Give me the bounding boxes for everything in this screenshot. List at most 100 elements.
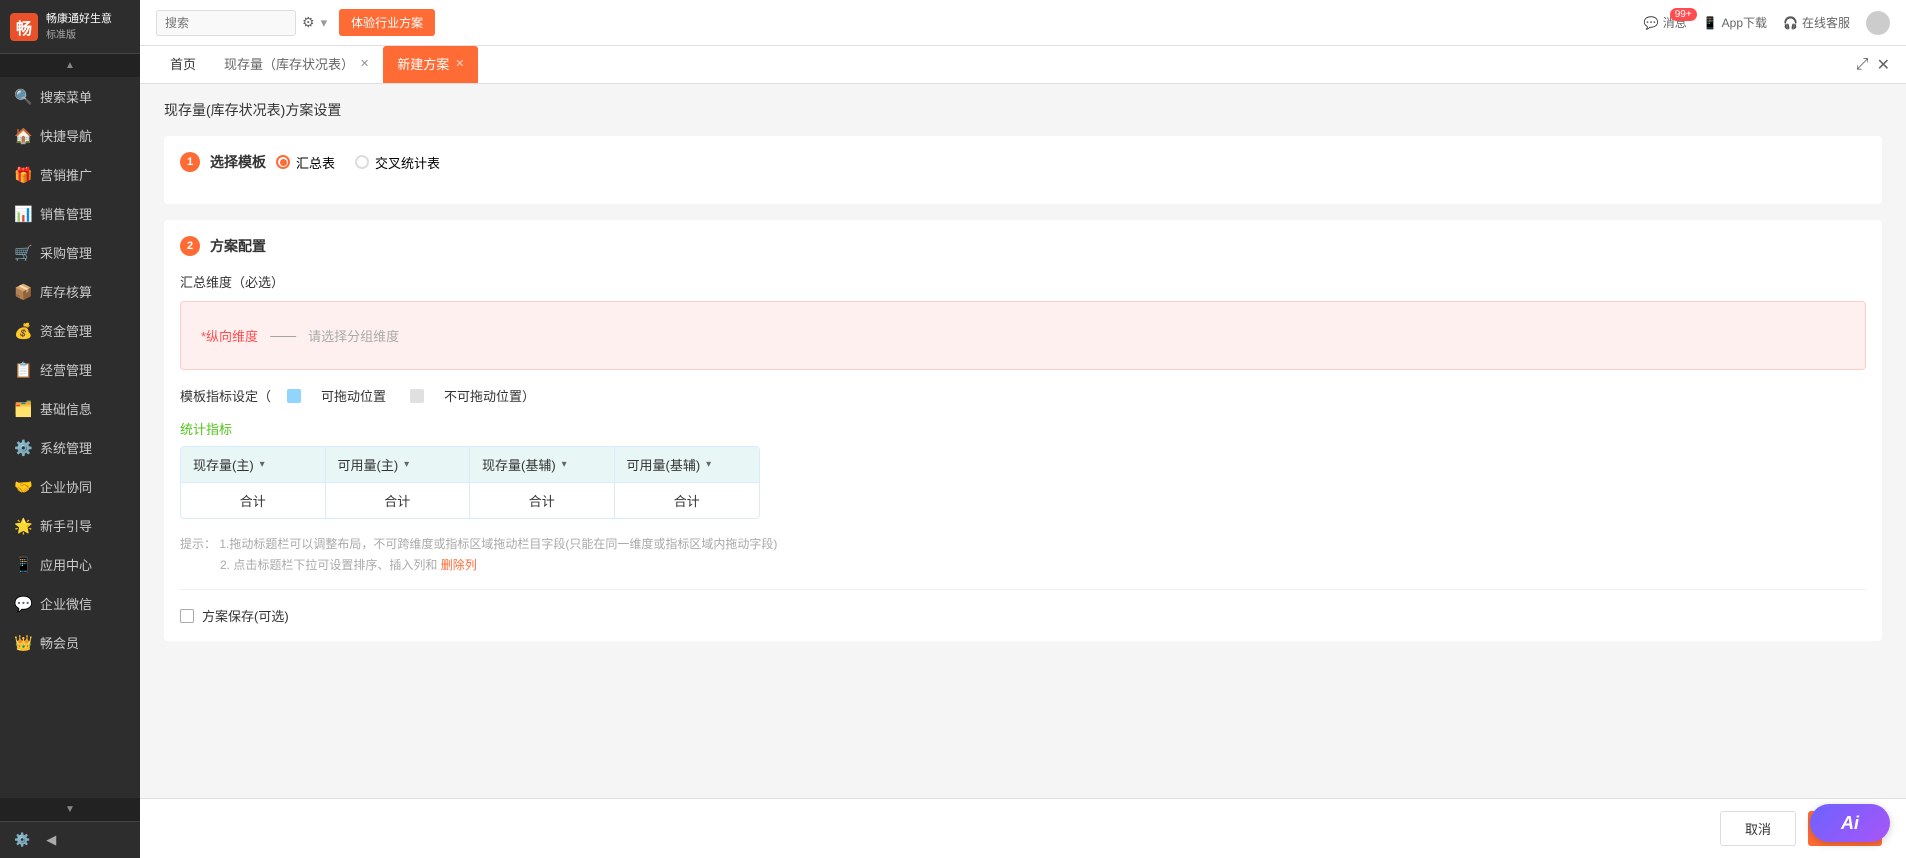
sidebar-item-inventory[interactable]: 📦 库存核算 xyxy=(0,272,140,311)
scroll-down-arrow[interactable]: ▼ xyxy=(61,800,79,819)
online-service-label: 在线客服 xyxy=(1802,14,1850,31)
search-menu-icon: 🔍 xyxy=(14,88,32,106)
message-area[interactable]: 💬 消息 99+ xyxy=(1644,14,1687,31)
template-indicator-label: 模板指标设定（ xyxy=(180,386,271,405)
tip2-highlight: 删除列 xyxy=(441,558,477,572)
new-guide-icon: 🌟 xyxy=(14,517,32,535)
tab-inventory-label: 现存量（库存状况表） xyxy=(224,54,354,73)
main-area: ⚙ ▾ 体验行业方案 💬 消息 99+ 📱 App下载 🎧 在线客服 xyxy=(140,0,1906,858)
save-option: 方案保存(可选) xyxy=(180,589,1866,625)
operations-icon: 📋 xyxy=(14,361,32,379)
stats-label: 统计指标 xyxy=(180,419,1866,438)
message-icon: 💬 xyxy=(1644,16,1659,30)
sidebar-item-cooperation[interactable]: 🤝 企业协同 xyxy=(0,467,140,506)
save-option-label: 方案保存(可选) xyxy=(202,606,289,625)
sidebar-item-quick-nav[interactable]: 🏠 快捷导航 xyxy=(0,116,140,155)
tip2: 2. 点击标题栏下拉可设置排序、插入列和 删除列 xyxy=(180,556,1866,573)
finance-icon: 💰 xyxy=(14,322,32,340)
dimension-required-label: *纵向维度 xyxy=(201,326,258,345)
section2-number: 2 xyxy=(180,236,200,256)
topbar: ⚙ ▾ 体验行业方案 💬 消息 99+ 📱 App下载 🎧 在线客服 xyxy=(140,0,1906,46)
sidebar-item-label: 畅会员 xyxy=(40,633,79,652)
template-radio-group: 汇总表 交叉统计表 xyxy=(276,153,440,172)
dimension-placeholder[interactable]: 请选择分组维度 xyxy=(308,326,399,345)
col-1-chevron: ▾ xyxy=(404,459,409,470)
stats-table: 现存量(主) ▾ 可用量(主) ▾ 现存量(基辅) ▾ 可用量(基辅) xyxy=(180,446,760,519)
app-center-icon: 📱 xyxy=(14,556,32,574)
tab-inventory-close[interactable]: ✕ xyxy=(360,57,369,70)
sidebar-item-basic-info[interactable]: 🗂️ 基础信息 xyxy=(0,389,140,428)
tab-bar: 首页 现存量（库存状况表） ✕ 新建方案 ✕ ⤢ ✕ xyxy=(140,46,1906,84)
online-service-link[interactable]: 🎧 在线客服 xyxy=(1783,14,1850,31)
sidebar-item-search-menu[interactable]: 🔍 搜索菜单 xyxy=(0,77,140,116)
sidebar-item-membership[interactable]: 👑 畅会员 xyxy=(0,623,140,662)
dropdown-arrow[interactable]: ▾ xyxy=(321,15,328,31)
section-config: 2 方案配置 汇总维度（必选） *纵向维度 —— 请选择分组维度 模板指标设定（ xyxy=(164,220,1882,641)
tab-new-scheme[interactable]: 新建方案 ✕ xyxy=(383,46,478,83)
tab-minimize-button[interactable]: ⤢ xyxy=(1856,55,1869,75)
marketing-icon: 🎁 xyxy=(14,166,32,184)
tab-inventory-status[interactable]: 现存量（库存状况表） ✕ xyxy=(210,46,383,83)
collapse-icon[interactable]: ◀ xyxy=(46,832,56,848)
sidebar-item-operations[interactable]: 📋 经营管理 xyxy=(0,350,140,389)
fixed-label: 不可拖动位置） xyxy=(444,386,535,405)
stats-section: 统计指标 现存量(主) ▾ 可用量(主) ▾ 现存量(基辅) xyxy=(180,419,1866,519)
fixed-indicator-box xyxy=(410,389,424,403)
app-download-label: App下载 xyxy=(1722,14,1767,31)
cancel-button[interactable]: 取消 xyxy=(1720,811,1796,846)
sidebar-item-marketing[interactable]: 🎁 营销推广 xyxy=(0,155,140,194)
app-logo: 畅 畅康通好生意 标准版 xyxy=(0,0,140,54)
stats-col-3[interactable]: 可用量(基辅) ▾ xyxy=(615,447,760,482)
basic-info-icon: 🗂️ xyxy=(14,400,32,418)
radio-cross-circle xyxy=(355,155,369,169)
stats-col-2[interactable]: 现存量(基辅) ▾ xyxy=(470,447,615,482)
settings-icon[interactable]: ⚙️ xyxy=(14,832,30,848)
tab-close-button[interactable]: ✕ xyxy=(1877,55,1890,75)
sidebar-item-label: 基础信息 xyxy=(40,399,92,418)
ai-badge[interactable]: Ai xyxy=(1810,804,1890,842)
sidebar-item-purchase[interactable]: 🛒 采购管理 xyxy=(0,233,140,272)
sidebar-nav: 🔍 搜索菜单 🏠 快捷导航 🎁 营销推广 📊 销售管理 🛒 采购管理 📦 库存核… xyxy=(0,77,140,798)
sidebar-item-sales[interactable]: 📊 销售管理 xyxy=(0,194,140,233)
phone-icon: 📱 xyxy=(1703,16,1718,30)
tab-new-scheme-label: 新建方案 xyxy=(397,54,449,73)
sidebar-item-label: 销售管理 xyxy=(40,204,92,223)
stats-col-0[interactable]: 现存量(主) ▾ xyxy=(181,447,326,482)
stats-body-cell-0: 合计 xyxy=(181,482,326,518)
user-avatar[interactable] xyxy=(1866,11,1890,35)
app-subtitle: 标准版 xyxy=(46,26,112,41)
col-0-chevron: ▾ xyxy=(260,459,265,470)
gear-button[interactable]: ⚙ xyxy=(302,14,315,31)
stats-col-1[interactable]: 可用量(主) ▾ xyxy=(326,447,471,482)
message-badge: 99+ xyxy=(1670,8,1697,21)
scroll-up-arrow[interactable]: ▲ xyxy=(61,56,79,75)
industry-button[interactable]: 体验行业方案 xyxy=(339,9,435,36)
tab-actions: ⤢ ✕ xyxy=(1856,55,1890,75)
tab-new-scheme-close[interactable]: ✕ xyxy=(455,57,464,70)
sidebar-item-finance[interactable]: 💰 资金管理 xyxy=(0,311,140,350)
sidebar-item-app-center[interactable]: 📱 应用中心 xyxy=(0,545,140,584)
draggable-label: 可拖动位置 xyxy=(321,386,386,405)
section2-title: 方案配置 xyxy=(210,236,266,256)
sidebar-item-label: 采购管理 xyxy=(40,243,92,262)
tip1: 提示： 1.拖动标题栏可以调整布局，不可跨维度或指标区域拖动栏目字段(只能在同一… xyxy=(180,535,1866,552)
sidebar-item-new-guide[interactable]: 🌟 新手引导 xyxy=(0,506,140,545)
tip1-text: 1.拖动标题栏可以调整布局，不可跨维度或指标区域拖动栏目字段(只能在同一维度或指… xyxy=(219,537,777,551)
stats-body: 合计 合计 合计 合计 xyxy=(181,482,759,518)
radio-cross[interactable]: 交叉统计表 xyxy=(355,153,440,172)
col-2-chevron: ▾ xyxy=(562,459,567,470)
tips-section: 提示： 1.拖动标题栏可以调整布局，不可跨维度或指标区域拖动栏目字段(只能在同一… xyxy=(180,535,1866,573)
inventory-icon: 📦 xyxy=(14,283,32,301)
section1-header: 1 选择模板 汇总表 交叉统计表 xyxy=(180,152,1866,172)
section1-title: 选择模板 xyxy=(210,152,266,172)
tip-prefix: 提示： xyxy=(180,537,216,551)
sidebar-item-wechat[interactable]: 💬 企业微信 xyxy=(0,584,140,623)
sidebar-item-system[interactable]: ⚙️ 系统管理 xyxy=(0,428,140,467)
stats-col-2-label: 现存量(基辅) xyxy=(482,455,556,474)
search-input[interactable] xyxy=(156,10,296,36)
radio-summary[interactable]: 汇总表 xyxy=(276,153,335,172)
save-checkbox[interactable] xyxy=(180,609,194,623)
app-download-link[interactable]: 📱 App下载 xyxy=(1703,14,1767,31)
stats-body-cell-2: 合计 xyxy=(470,482,615,518)
tab-home[interactable]: 首页 xyxy=(156,46,210,83)
